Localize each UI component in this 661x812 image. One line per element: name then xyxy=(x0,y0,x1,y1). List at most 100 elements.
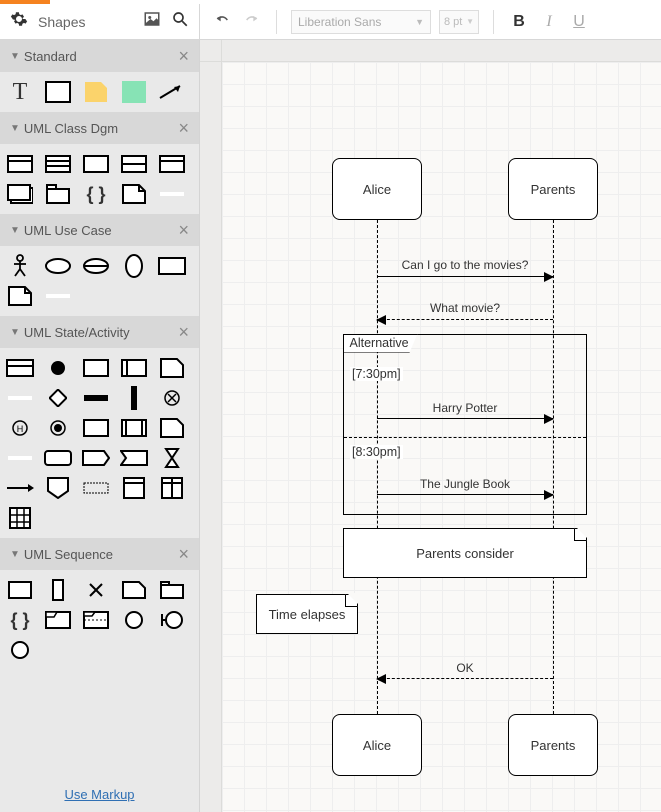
category-header-uml-sequence[interactable]: ▼ UML Sequence × xyxy=(0,538,199,570)
note-time-elapses[interactable]: Time elapses xyxy=(256,594,358,634)
shape-usecase-ext[interactable] xyxy=(82,254,110,278)
shape-grid[interactable] xyxy=(6,506,34,530)
diagram-canvas[interactable]: Alice Parents Can I go to the movies? Wh… xyxy=(200,40,661,812)
shape-r2[interactable] xyxy=(120,416,148,440)
category-header-uml-class[interactable]: ▼ UML Class Dgm × xyxy=(0,112,199,144)
shape-package[interactable] xyxy=(6,182,34,206)
shape-boundary[interactable] xyxy=(158,254,186,278)
shape-line3[interactable] xyxy=(6,446,34,470)
shape-state[interactable] xyxy=(6,356,34,380)
use-markup-link[interactable]: Use Markup xyxy=(0,787,199,802)
shape-receive[interactable] xyxy=(120,446,148,470)
font-family-select[interactable]: Liberation Sans▼ xyxy=(291,10,431,34)
font-size-select[interactable]: 8 pt▼ xyxy=(439,10,479,34)
shape-package2[interactable] xyxy=(44,182,72,206)
shape-signal[interactable] xyxy=(82,446,110,470)
shape-decision[interactable] xyxy=(44,386,72,410)
shape-flow[interactable] xyxy=(6,476,34,500)
shape-final[interactable] xyxy=(44,416,72,440)
close-icon[interactable]: × xyxy=(178,544,189,565)
shape-initial[interactable] xyxy=(44,356,72,380)
close-icon[interactable]: × xyxy=(178,118,189,139)
svg-text:H: H xyxy=(17,424,24,434)
bold-button[interactable]: B xyxy=(508,13,530,31)
shape-rect[interactable] xyxy=(44,80,72,104)
fragment-guard: [7:30pm] xyxy=(350,367,403,381)
shape-simple-class[interactable] xyxy=(82,152,110,176)
shape-note-uc[interactable] xyxy=(6,284,34,308)
close-icon[interactable]: × xyxy=(178,46,189,67)
shape-circle3[interactable] xyxy=(6,638,34,662)
message-can-i-go[interactable] xyxy=(377,276,553,277)
lifeline-box-parents[interactable]: Parents xyxy=(508,158,598,220)
shape-interface[interactable] xyxy=(120,152,148,176)
fragment-operator: Alternative xyxy=(343,334,418,353)
shape-class-alt[interactable] xyxy=(158,152,186,176)
shape-destroy[interactable] xyxy=(82,578,110,602)
search-icon[interactable] xyxy=(171,10,189,33)
category-header-standard[interactable]: ▼ Standard × xyxy=(0,40,199,72)
shape-swim2[interactable] xyxy=(158,476,186,500)
message-ok[interactable] xyxy=(377,678,553,679)
shape-line-thick[interactable] xyxy=(158,182,186,206)
message-label: Can I go to the movies? xyxy=(402,258,529,272)
category-header-uml-usecase[interactable]: ▼ UML Use Case × xyxy=(0,214,199,246)
shape-note-yellow[interactable] xyxy=(82,80,110,104)
undo-button[interactable] xyxy=(212,12,232,31)
shape-rect-sa[interactable] xyxy=(82,356,110,380)
shape-activation[interactable] xyxy=(44,578,72,602)
shape-braces-seq[interactable]: { } xyxy=(6,608,34,632)
shapes-settings-icon[interactable] xyxy=(10,10,28,33)
shape-actor[interactable] xyxy=(6,254,34,278)
shape-term1[interactable] xyxy=(158,386,186,410)
shape-frag[interactable] xyxy=(44,608,72,632)
shape-rnd[interactable] xyxy=(44,446,72,470)
shape-frag-div[interactable] xyxy=(82,608,110,632)
shape-shield[interactable] xyxy=(44,476,72,500)
shape-class[interactable] xyxy=(6,152,34,176)
shape-fill-green[interactable] xyxy=(120,80,148,104)
shapes-panel-title: Shapes xyxy=(38,14,133,30)
lifeline-box-parents-bottom[interactable]: Parents xyxy=(508,714,598,776)
italic-button[interactable]: I xyxy=(538,13,560,31)
shape-note[interactable] xyxy=(120,182,148,206)
shape-bar-h[interactable] xyxy=(82,386,110,410)
shape-text[interactable]: T xyxy=(6,80,34,104)
shape-circle[interactable] xyxy=(120,608,148,632)
shape-usecase[interactable] xyxy=(44,254,72,278)
shape-hourglass[interactable] xyxy=(158,446,186,470)
shape-braces[interactable]: { } xyxy=(82,182,110,206)
shape-note-sa[interactable] xyxy=(158,356,186,380)
shape-line-sa[interactable] xyxy=(6,386,34,410)
message-harry-potter[interactable] xyxy=(377,418,553,419)
shape-class3[interactable] xyxy=(44,152,72,176)
message-label: The Jungle Book xyxy=(420,477,510,491)
shape-bar-v[interactable] xyxy=(120,386,148,410)
lifeline-box-alice[interactable]: Alice xyxy=(332,158,422,220)
shape-line-uc[interactable] xyxy=(44,284,72,308)
shape-comp[interactable] xyxy=(120,356,148,380)
note-parents-consider[interactable]: Parents consider xyxy=(343,528,587,578)
message-label: What movie? xyxy=(430,301,500,315)
lifeline-box-alice-bottom[interactable]: Alice xyxy=(332,714,422,776)
close-icon[interactable]: × xyxy=(178,220,189,241)
shape-swim[interactable] xyxy=(120,476,148,500)
shape-note-seq[interactable] xyxy=(120,578,148,602)
shape-r1[interactable] xyxy=(82,416,110,440)
shape-lifeline[interactable] xyxy=(6,578,34,602)
shape-note3[interactable] xyxy=(158,416,186,440)
category-header-uml-state[interactable]: ▼ UML State/Activity × xyxy=(0,316,199,348)
image-icon[interactable] xyxy=(143,10,161,33)
shape-arrow[interactable] xyxy=(158,80,186,104)
message-jungle-book[interactable] xyxy=(377,494,553,495)
shape-hist[interactable]: H xyxy=(6,416,34,440)
close-icon[interactable]: × xyxy=(178,322,189,343)
message-what-movie[interactable] xyxy=(377,319,553,320)
chevron-down-icon: ▼ xyxy=(10,225,20,236)
underline-button[interactable]: U xyxy=(568,13,590,31)
shape-circle2[interactable] xyxy=(158,608,186,632)
redo-button[interactable] xyxy=(242,12,262,31)
shape-dots[interactable] xyxy=(82,476,110,500)
shape-oval[interactable] xyxy=(120,254,148,278)
shape-pkg-seq[interactable] xyxy=(158,578,186,602)
